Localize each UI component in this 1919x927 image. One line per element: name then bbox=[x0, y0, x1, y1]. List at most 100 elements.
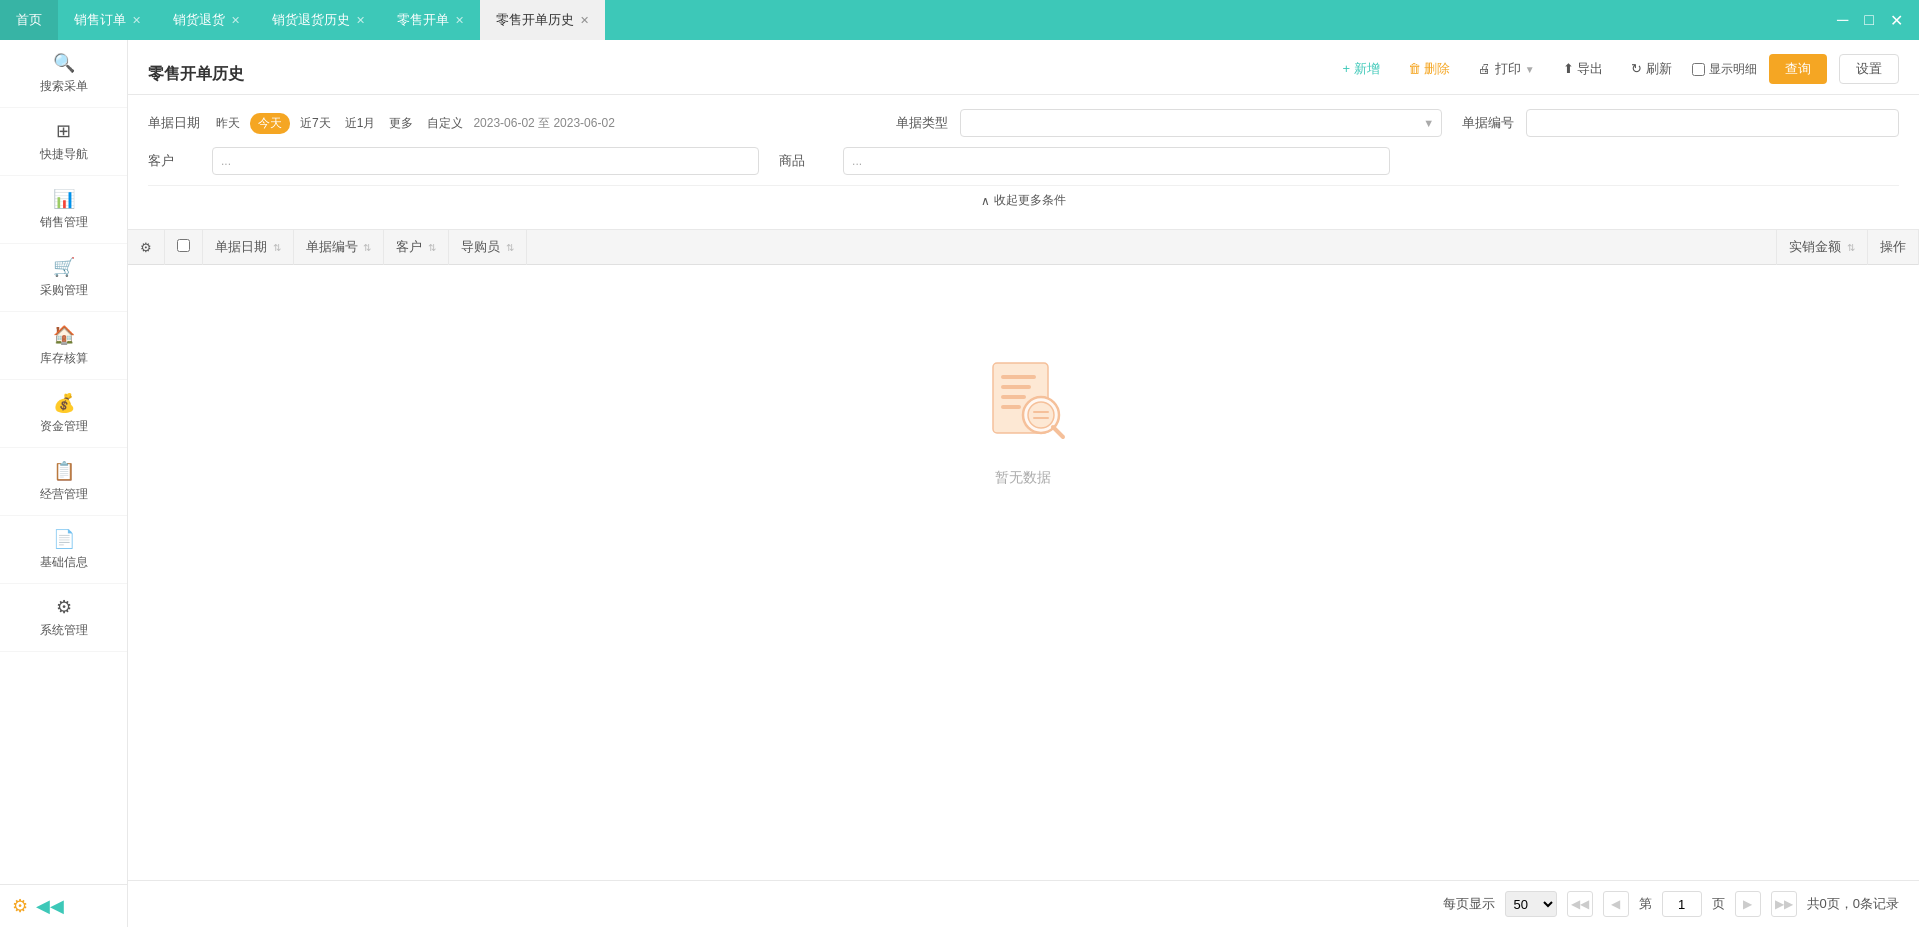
finance-icon: 💰 bbox=[53, 392, 75, 414]
svg-rect-4 bbox=[1001, 405, 1021, 409]
sales-mgmt-icon: 📊 bbox=[53, 188, 75, 210]
sidebar-item-system-mgmt[interactable]: ⚙ 系统管理 bbox=[0, 584, 127, 652]
th-customer[interactable]: 客户 ⇅ bbox=[384, 230, 449, 265]
bill-number-input[interactable] bbox=[1526, 109, 1899, 137]
tab-retail-open[interactable]: 零售开单 ✕ bbox=[381, 0, 480, 40]
prev-page-button[interactable]: ◀ bbox=[1603, 891, 1629, 917]
customer-filter-item: 客户 ... bbox=[148, 147, 759, 175]
th-salesperson[interactable]: 导购员 ⇅ bbox=[448, 230, 526, 265]
tab-retail-open-history[interactable]: 零售开单历史 ✕ bbox=[480, 0, 605, 40]
customer-label: 客户 bbox=[148, 152, 204, 170]
product-input[interactable]: ... bbox=[843, 147, 1390, 175]
pagination: 每页显示 50 10 20 100 ◀◀ ◀ 第 页 ▶ ▶▶ 共0页，0条记录 bbox=[128, 880, 1919, 927]
total-records-text: 共0页，0条记录 bbox=[1807, 895, 1899, 913]
page-input[interactable] bbox=[1662, 891, 1702, 917]
minimize-button[interactable]: ─ bbox=[1833, 7, 1852, 33]
svg-point-6 bbox=[1028, 402, 1054, 428]
sidebar-search[interactable]: 🔍 搜索采单 bbox=[0, 40, 127, 108]
bill-type-label: 单据类型 bbox=[896, 114, 952, 132]
display-detail-checkbox-label[interactable]: 显示明细 bbox=[1692, 61, 1757, 78]
sidebar-item-operations[interactable]: 📋 经营管理 bbox=[0, 448, 127, 516]
print-button[interactable]: 🖨 打印 ▼ bbox=[1470, 56, 1543, 82]
th-bill-date[interactable]: 单据日期 ⇅ bbox=[203, 230, 294, 265]
toolbar: + 新增 🗑 删除 🖨 打印 ▼ ⬆ 导出 ↻ 刷新 显示明细 bbox=[1334, 54, 1899, 94]
close-tab-retail-open-history[interactable]: ✕ bbox=[580, 14, 589, 27]
sort-actual-amount-icon: ⇅ bbox=[1847, 242, 1855, 253]
sidebar-gear-button[interactable]: ⚙ bbox=[12, 895, 28, 917]
sidebar: 🔍 搜索采单 ⊞ 快捷导航 📊 销售管理 🛒 采购管理 🏠 库存核算 💰 资金管… bbox=[0, 40, 128, 927]
sidebar-item-finance[interactable]: 💰 资金管理 bbox=[0, 380, 127, 448]
per-page-select[interactable]: 50 10 20 100 bbox=[1505, 891, 1557, 917]
close-window-button[interactable]: ✕ bbox=[1886, 7, 1907, 34]
select-all-checkbox[interactable] bbox=[177, 239, 190, 252]
quick-nav-icon: ⊞ bbox=[56, 120, 71, 142]
top-bar: 首页 销售订单 ✕ 销货退货 ✕ 销货退货历史 ✕ 零售开单 ✕ 零售开单历史 … bbox=[0, 0, 1919, 40]
sidebar-item-basic-info[interactable]: 📄 基础信息 bbox=[0, 516, 127, 584]
export-button[interactable]: ⬆ 导出 bbox=[1555, 56, 1612, 82]
date-btn-today[interactable]: 今天 bbox=[250, 113, 290, 134]
date-filter-label: 单据日期 bbox=[148, 114, 204, 132]
sort-salesperson-icon: ⇅ bbox=[506, 242, 514, 253]
sidebar-item-inventory[interactable]: 🏠 库存核算 bbox=[0, 312, 127, 380]
th-bill-number[interactable]: 单据编号 ⇅ bbox=[293, 230, 384, 265]
tab-sales-return[interactable]: 销货退货 ✕ bbox=[157, 0, 256, 40]
display-detail-checkbox[interactable] bbox=[1692, 63, 1705, 76]
collapse-more-button[interactable]: ∧ 收起更多条件 bbox=[148, 185, 1899, 215]
date-btn-more[interactable]: 更多 bbox=[385, 113, 417, 134]
bill-type-filter-item: 单据类型 ▼ bbox=[896, 109, 1442, 137]
sidebar-item-purchase-mgmt[interactable]: 🛒 采购管理 bbox=[0, 244, 127, 312]
query-button[interactable]: 查询 bbox=[1769, 54, 1827, 84]
collapse-icon: ∧ bbox=[981, 194, 990, 208]
per-page-label: 每页显示 bbox=[1443, 895, 1495, 913]
first-page-button[interactable]: ◀◀ bbox=[1567, 891, 1593, 917]
sidebar-item-sales-mgmt[interactable]: 📊 销售管理 bbox=[0, 176, 127, 244]
svg-line-7 bbox=[1053, 427, 1063, 437]
date-filter-item: 单据日期 昨天 今天 近7天 近1月 更多 自定义 2023-06-02 至 2… bbox=[148, 113, 876, 134]
refresh-button[interactable]: ↻ 刷新 bbox=[1623, 56, 1680, 82]
tab-home[interactable]: 首页 bbox=[0, 0, 58, 40]
svg-rect-1 bbox=[1001, 375, 1036, 379]
settings-button[interactable]: 设置 bbox=[1839, 54, 1899, 84]
close-tab-sales-return[interactable]: ✕ bbox=[231, 14, 240, 27]
date-btn-custom[interactable]: 自定义 bbox=[423, 113, 467, 134]
purchase-mgmt-icon: 🛒 bbox=[53, 256, 75, 278]
th-operation: 操作 bbox=[1868, 230, 1919, 265]
th-checkbox[interactable] bbox=[165, 230, 203, 265]
date-btn-1month[interactable]: 近1月 bbox=[341, 113, 380, 134]
data-table: ⚙ 单据日期 ⇅ 单据编号 ⇅ 客户 bbox=[128, 230, 1919, 555]
page-suffix: 页 bbox=[1712, 895, 1725, 913]
product-label: 商品 bbox=[779, 152, 835, 170]
window-controls: ─ □ ✕ bbox=[1833, 7, 1919, 34]
close-tab-sales-order[interactable]: ✕ bbox=[132, 14, 141, 27]
page-label: 第 bbox=[1639, 895, 1652, 913]
tab-sales-return-history[interactable]: 销货退货历史 ✕ bbox=[256, 0, 381, 40]
svg-rect-3 bbox=[1001, 395, 1026, 399]
table-header-row: ⚙ 单据日期 ⇅ 单据编号 ⇅ 客户 bbox=[128, 230, 1919, 265]
date-btn-yesterday[interactable]: 昨天 bbox=[212, 113, 244, 134]
close-tab-retail-open[interactable]: ✕ bbox=[455, 14, 464, 27]
filter-row-2: 客户 ... 商品 ... bbox=[148, 147, 1899, 175]
svg-rect-2 bbox=[1001, 385, 1031, 389]
close-tab-sales-return-history[interactable]: ✕ bbox=[356, 14, 365, 27]
empty-state-text: 暂无数据 bbox=[995, 469, 1051, 487]
tab-sales-order[interactable]: 销售订单 ✕ bbox=[58, 0, 157, 40]
print-dropdown-icon[interactable]: ▼ bbox=[1525, 64, 1535, 75]
next-page-button[interactable]: ▶ bbox=[1735, 891, 1761, 917]
page-header: 零售开单历史 + 新增 🗑 删除 🖨 打印 ▼ ⬆ 导出 ↻ 刷新 bbox=[128, 40, 1919, 95]
product-filter-item: 商品 ... bbox=[779, 147, 1390, 175]
last-page-button[interactable]: ▶▶ bbox=[1771, 891, 1797, 917]
sidebar-collapse-button[interactable]: ◀◀ bbox=[36, 895, 64, 917]
table-body: 暂无数据 bbox=[128, 265, 1919, 556]
th-actual-amount[interactable]: 实销金额 ⇅ bbox=[1777, 230, 1868, 265]
bill-type-select[interactable] bbox=[960, 109, 1442, 137]
bill-number-label: 单据编号 bbox=[1462, 114, 1518, 132]
search-icon: 🔍 bbox=[53, 52, 75, 74]
sidebar-item-quick-nav[interactable]: ⊞ 快捷导航 bbox=[0, 108, 127, 176]
delete-button[interactable]: 🗑 删除 bbox=[1400, 56, 1459, 82]
th-settings[interactable]: ⚙ bbox=[128, 230, 165, 265]
customer-input[interactable]: ... bbox=[212, 147, 759, 175]
add-button[interactable]: + 新增 bbox=[1334, 56, 1387, 82]
bill-number-filter-item: 单据编号 bbox=[1462, 109, 1899, 137]
date-btn-7days[interactable]: 近7天 bbox=[296, 113, 335, 134]
maximize-button[interactable]: □ bbox=[1860, 7, 1878, 33]
